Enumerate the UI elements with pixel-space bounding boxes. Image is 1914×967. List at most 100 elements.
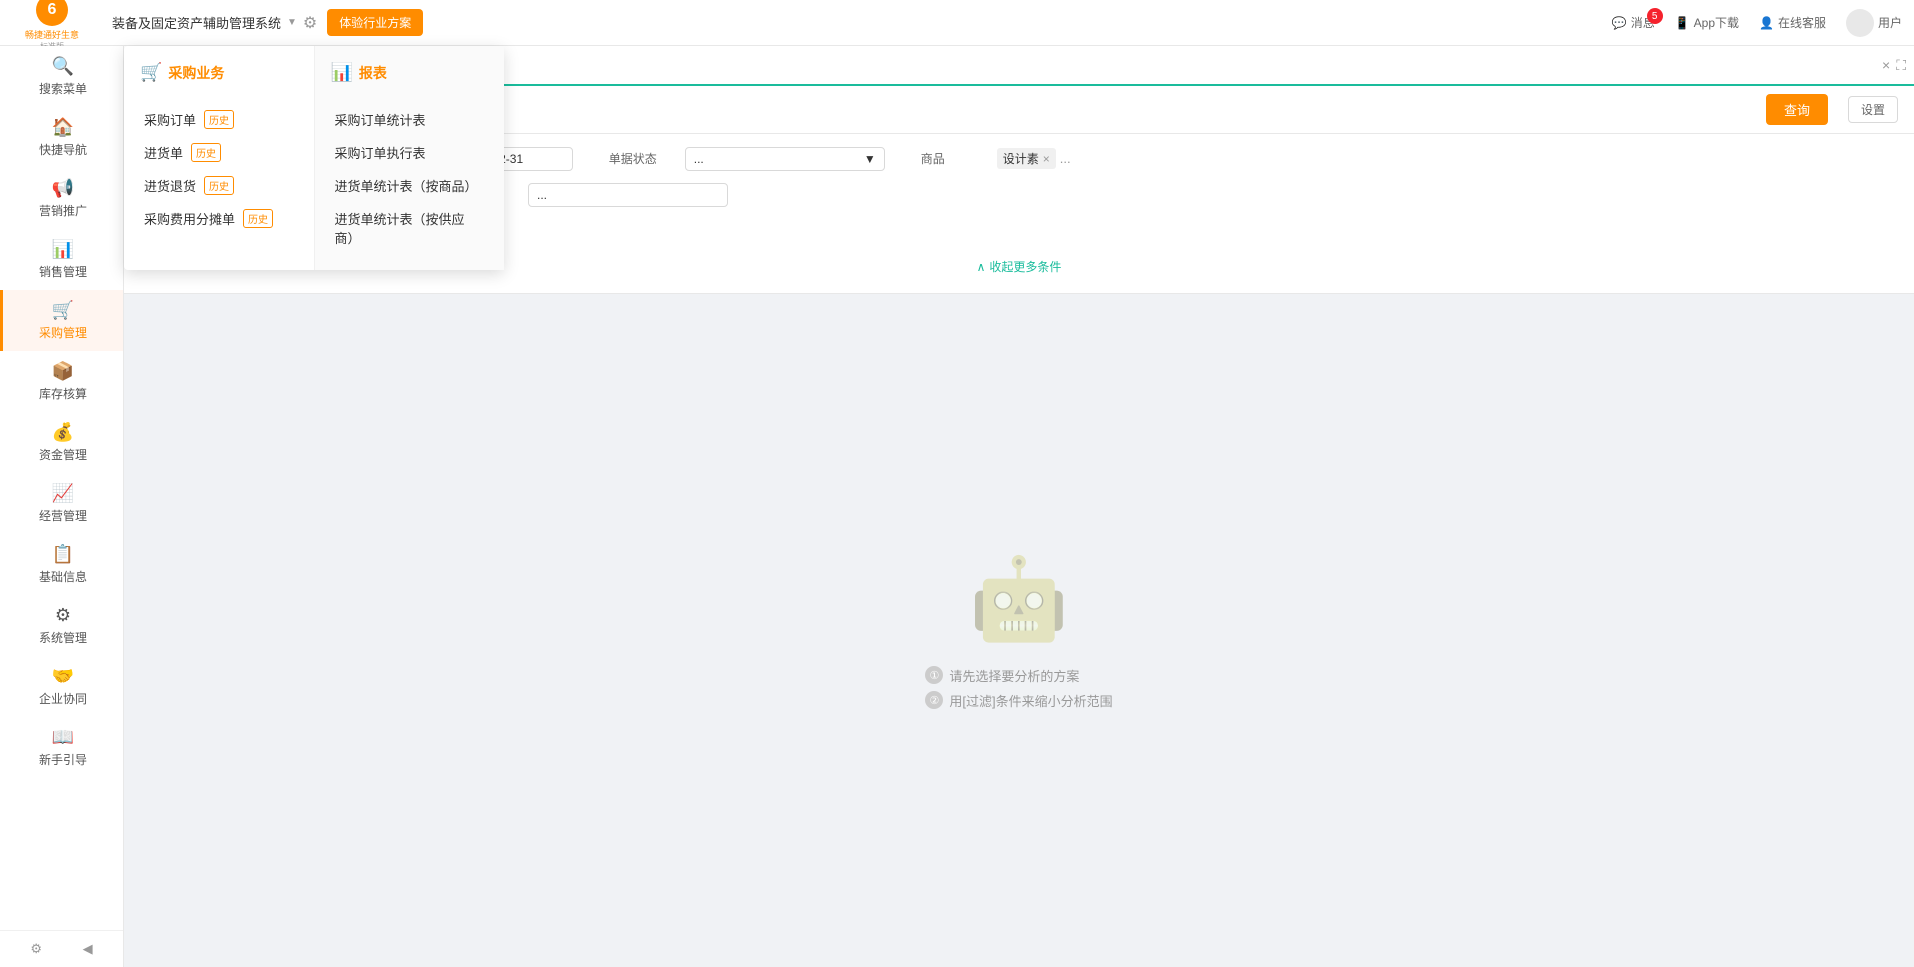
- online-service-item[interactable]: 👤 在线客服: [1759, 14, 1826, 31]
- collapse-btn[interactable]: ∧ 收起更多条件: [977, 252, 1062, 281]
- system-title-dropdown[interactable]: ▼: [287, 17, 297, 28]
- logo-area: 6 畅捷通好生意 标准版: [12, 0, 92, 52]
- hint-item-2: ② 用[过滤]条件来缩小分析范围: [925, 691, 1112, 710]
- guide-icon: 📖: [52, 727, 74, 748]
- sidebar-item-nav[interactable]: 🏠 快捷导航: [0, 107, 123, 168]
- sidebar-item-label: 销售管理: [39, 263, 87, 280]
- sidebar-item-operations[interactable]: 📈 经营管理: [0, 473, 123, 534]
- sidebar-item-purchase[interactable]: 🛒 采购管理: [0, 290, 123, 351]
- salesperson-placeholder: ...: [537, 188, 547, 202]
- hist-badge-purchase-order: 历史: [204, 110, 234, 129]
- sidebar-item-system[interactable]: ⚙ 系统管理: [0, 595, 123, 656]
- sidebar-item-enterprise[interactable]: 🤝 企业协同: [0, 656, 123, 717]
- sidebar-settings-icon[interactable]: ⚙: [30, 941, 42, 957]
- status-label: 单据状态: [609, 150, 669, 167]
- system-settings-icon[interactable]: ⚙: [303, 13, 317, 33]
- online-service-label: 在线客服: [1778, 14, 1826, 31]
- set-button[interactable]: 设置: [1848, 96, 1898, 123]
- sidebar-item-label: 快捷导航: [39, 141, 87, 158]
- expense-label: 采购费用分摊单: [144, 209, 235, 228]
- app-download-label: App下载: [1694, 14, 1739, 31]
- sidebar-item-sales[interactable]: 📊 销售管理: [0, 229, 123, 290]
- dropdown-col-report: 📊 报表 采购订单统计表 采购订单执行表 进货单统计表（按商品） 进货单统计表（…: [314, 46, 505, 270]
- system-icon: ⚙: [55, 605, 71, 626]
- sidebar-item-inventory[interactable]: 📦 库存核算: [0, 351, 123, 412]
- sidebar-item-label: 基础信息: [39, 568, 87, 585]
- dropdown-item-incoming[interactable]: 进货单 历史: [140, 136, 298, 169]
- sidebar-item-marketing[interactable]: 📢 营销推广: [0, 168, 123, 229]
- goods-label: 商品: [921, 150, 981, 167]
- enterprise-icon: 🤝: [52, 666, 74, 687]
- tab-expand-icon[interactable]: ⛶: [1896, 57, 1906, 74]
- logo-icon: 6: [36, 0, 68, 26]
- query-button[interactable]: 查询: [1766, 94, 1828, 125]
- sidebar-item-guide[interactable]: 📖 新手引导: [0, 717, 123, 778]
- dropdown-item-expense[interactable]: 采购费用分摊单 历史: [140, 202, 298, 235]
- goods-tag: 设计素 ×: [997, 148, 1056, 169]
- system-title: 装备及固定资产辅助管理系统: [112, 13, 281, 32]
- system-title-area: 装备及固定资产辅助管理系统 ▼ ⚙: [112, 13, 317, 33]
- sidebar-item-label: 采购管理: [39, 324, 87, 341]
- sidebar-item-label: 新手引导: [39, 751, 87, 768]
- dropdown-item-return[interactable]: 进货退货 历史: [140, 169, 298, 202]
- empty-illustration: 🤖: [969, 552, 1069, 646]
- dropdown-item-po-stats[interactable]: 采购订单统计表: [331, 103, 489, 136]
- sales-icon: 📊: [52, 239, 74, 260]
- incoming-supplier-label: 进货单统计表（按供应商）: [335, 209, 485, 247]
- basic-icon: 📋: [52, 544, 74, 565]
- sidebar-item-label: 资金管理: [39, 446, 87, 463]
- sidebar-item-search[interactable]: 🔍 搜索菜单: [0, 46, 123, 107]
- goods-more-dots[interactable]: ...: [1060, 151, 1071, 166]
- tab-bar-controls: × ⛶: [1882, 57, 1914, 74]
- hint-text-1: 请先选择要分析的方案: [949, 666, 1079, 685]
- purchase-icon: 🛒: [52, 300, 74, 321]
- collapse-icon: ∧: [977, 260, 986, 274]
- sidebar-item-basic[interactable]: 📋 基础信息: [0, 534, 123, 595]
- return-label: 进货退货: [144, 176, 196, 195]
- po-stats-label: 采购订单统计表: [335, 110, 426, 129]
- status-placeholder: ...: [694, 152, 704, 166]
- salesperson-select[interactable]: ...: [528, 183, 728, 207]
- goods-tag-close-icon[interactable]: ×: [1043, 152, 1050, 166]
- sidebar-bottom: ⚙ ◀: [0, 930, 123, 967]
- sidebar-collapse-icon[interactable]: ◀: [83, 941, 93, 957]
- purchase-dropdown-menu: 🛒 采购业务 采购订单 历史 进货单 历史 进货退货 历史 采购费用分摊单 历史: [124, 46, 504, 270]
- dropdown-header-report: 📊 报表: [331, 62, 489, 91]
- messages-item[interactable]: 💬 消息 5: [1612, 14, 1655, 31]
- dropdown-item-po-exec[interactable]: 采购订单执行表: [331, 136, 489, 169]
- dropdown-item-incoming-goods[interactable]: 进货单统计表（按商品）: [331, 169, 489, 202]
- dropdown-item-purchase-order[interactable]: 采购订单 历史: [140, 103, 298, 136]
- hint-item-1: ① 请先选择要分析的方案: [925, 666, 1112, 685]
- dropdown-col-purchase: 🛒 采购业务 采购订单 历史 进货单 历史 进货退货 历史 采购费用分摊单 历史: [124, 46, 314, 270]
- incoming-label: 进货单: [144, 143, 183, 162]
- sidebar-item-label: 库存核算: [39, 385, 87, 402]
- sidebar: 🔍 搜索菜单 🏠 快捷导航 📢 营销推广 📊 销售管理 🛒 采购管理 📦: [0, 46, 124, 967]
- messages-badge: 5: [1647, 8, 1663, 24]
- home-icon: 🏠: [52, 117, 74, 138]
- top-bar: 6 畅捷通好生意 标准版 装备及固定资产辅助管理系统 ▼ ⚙ 体验行业方案 💬 …: [0, 0, 1914, 46]
- dropdown-header-purchase: 🛒 采购业务: [140, 62, 298, 91]
- user-item[interactable]: 用户: [1846, 9, 1902, 37]
- logo-text: 畅捷通好生意: [25, 28, 79, 41]
- finance-icon: 💰: [52, 422, 74, 443]
- hint-num-1: ①: [925, 666, 943, 684]
- phone-icon: 📱: [1675, 16, 1690, 30]
- status-arrow-icon: ▼: [864, 152, 876, 166]
- empty-icon: 🤖: [969, 552, 1069, 646]
- sidebar-item-label: 系统管理: [39, 629, 87, 646]
- hint-text-2: 用[过滤]条件来缩小分析范围: [949, 691, 1112, 710]
- dropdown-item-incoming-supplier[interactable]: 进货单统计表（按供应商）: [331, 202, 489, 254]
- dropdown-header-label: 采购业务: [168, 63, 224, 83]
- status-select[interactable]: ... ▼: [685, 147, 885, 171]
- dropdown-report-label: 报表: [359, 63, 387, 83]
- sidebar-item-finance[interactable]: 💰 资金管理: [0, 412, 123, 473]
- sidebar-item-label: 企业协同: [39, 690, 87, 707]
- tab-close-all-icon[interactable]: ×: [1882, 57, 1890, 73]
- top-bar-right: 💬 消息 5 📱 App下载 👤 在线客服 用户: [1612, 9, 1902, 37]
- industry-btn[interactable]: 体验行业方案: [327, 9, 423, 36]
- search-icon: 🔍: [52, 56, 74, 77]
- inventory-icon: 📦: [52, 361, 74, 382]
- purchase-order-label: 采购订单: [144, 110, 196, 129]
- operations-icon: 📈: [52, 483, 74, 504]
- app-download-item[interactable]: 📱 App下载: [1675, 14, 1739, 31]
